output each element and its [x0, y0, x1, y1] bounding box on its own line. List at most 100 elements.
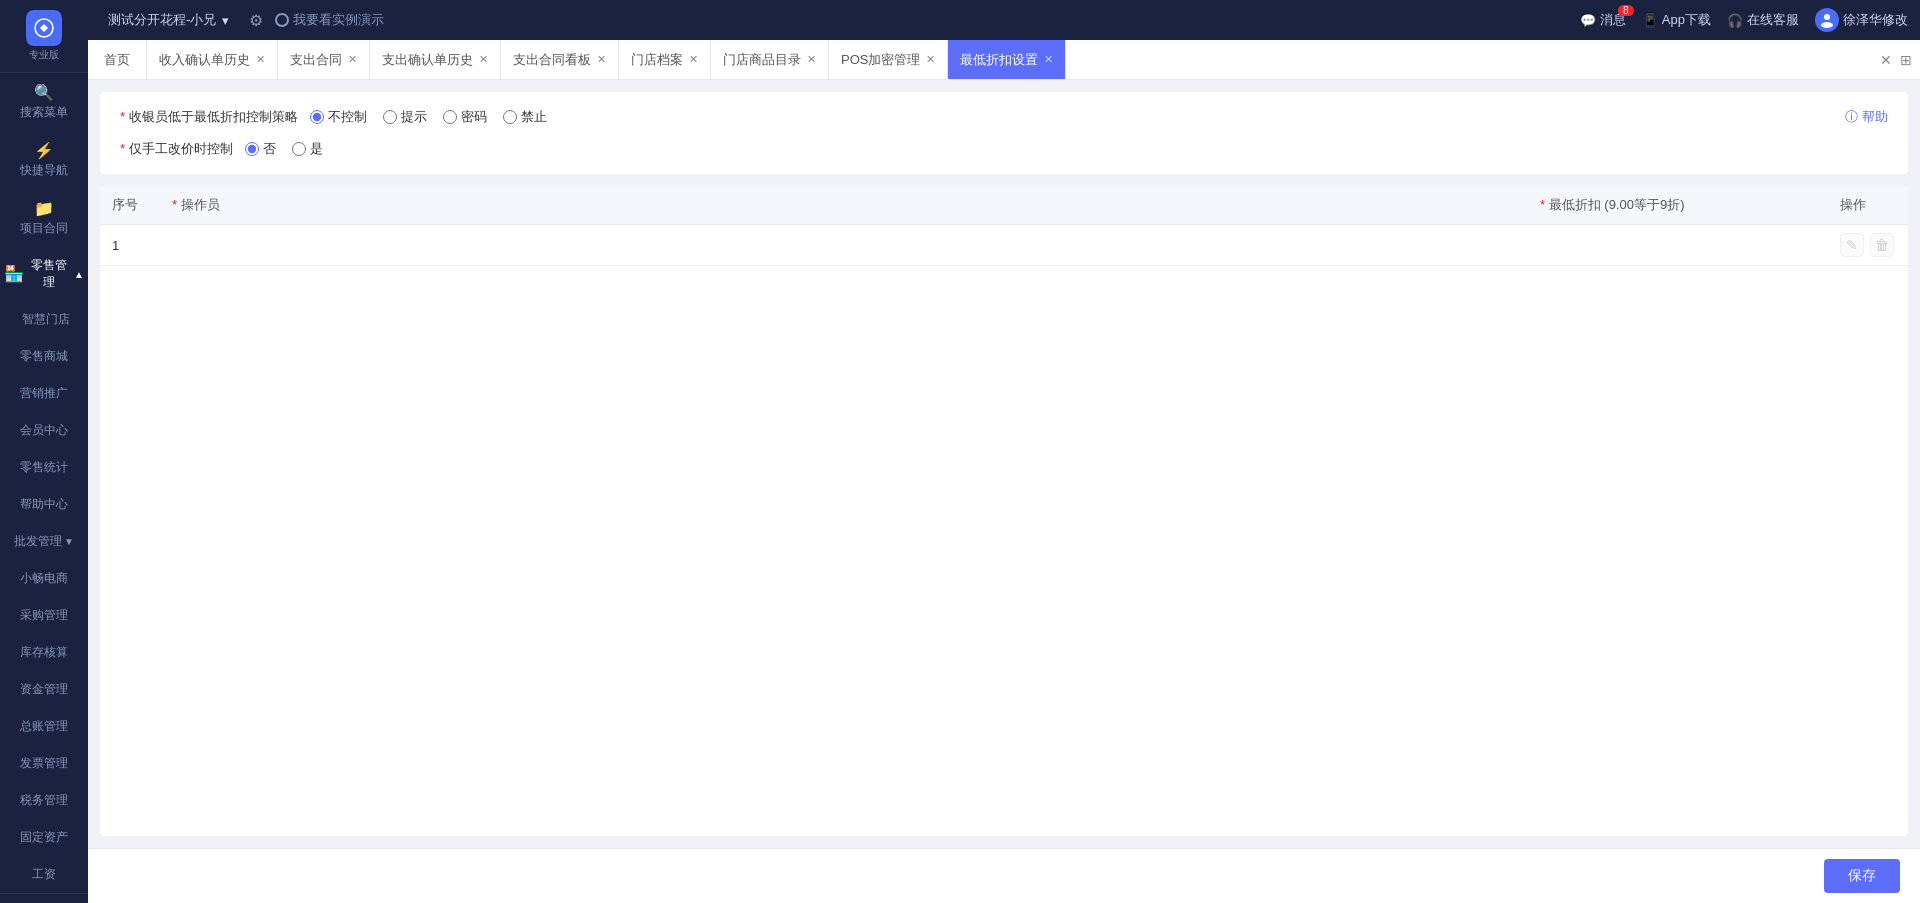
- radio-manual-no-label: 否: [263, 140, 276, 158]
- avatar: [1815, 8, 1839, 32]
- save-button[interactable]: 保存: [1824, 859, 1900, 893]
- manual-price-radio-group: 否 是: [245, 140, 323, 158]
- sidebar-item-capital[interactable]: 资金管理: [0, 671, 88, 708]
- sidebar-item-tax[interactable]: 税务管理: [0, 782, 88, 819]
- radio-tip[interactable]: 提示: [383, 108, 427, 126]
- radio-manual-yes-input[interactable]: [292, 142, 306, 156]
- radio-ban[interactable]: 禁止: [503, 108, 547, 126]
- radio-manual-no-input[interactable]: [245, 142, 259, 156]
- sidebar-item-inventory[interactable]: 库存核算: [0, 634, 88, 671]
- tab-store-file-close[interactable]: ✕: [689, 53, 698, 66]
- sidebar-item-ecommerce[interactable]: 小畅电商: [0, 560, 88, 597]
- sidebar-item-search[interactable]: 🔍 搜索菜单: [0, 73, 88, 131]
- tab-expense-contract-board-close[interactable]: ✕: [597, 53, 606, 66]
- topbar-demo-label: 我要看实例演示: [293, 11, 384, 29]
- radio-none[interactable]: 不控制: [310, 108, 367, 126]
- sidebar-item-member[interactable]: 会员中心: [0, 412, 88, 449]
- sidebar-item-help-center[interactable]: 帮助中心: [0, 486, 88, 523]
- sidebar-item-retail-stats[interactable]: 零售统计: [0, 449, 88, 486]
- control-policy-row: 收银员低于最低折扣控制策略 不控制 提示 密码: [120, 108, 1888, 126]
- sidebar-item-fixed-assets[interactable]: 固定资产: [0, 819, 88, 856]
- tabbar: 首页 收入确认单历史 ✕ 支出合同 ✕ 支出确认单历史 ✕ 支出合同看板 ✕ 门…: [88, 40, 1920, 80]
- tab-close-all-icon[interactable]: ✕: [1880, 52, 1892, 68]
- delete-button[interactable]: 🗑: [1870, 233, 1894, 257]
- control-policy-radio-group: 不控制 提示 密码 禁止: [310, 108, 547, 126]
- sidebar-item-purchase[interactable]: 采购管理: [0, 597, 88, 634]
- tab-pos-encrypt[interactable]: POS加密管理 ✕: [829, 40, 948, 79]
- control-policy-label: 收银员低于最低折扣控制策略: [120, 108, 298, 126]
- tab-purchase-contract[interactable]: 支出合同 ✕: [278, 40, 370, 79]
- sidebar-item-project[interactable]: 📁 项目合同: [0, 189, 88, 247]
- main-area: 测试分开花程-小兄 ▾ ⚙ 我要看实例演示 💬 消息 8 📱 App下载 🎧 在…: [88, 0, 1920, 903]
- tab-income-history-close[interactable]: ✕: [256, 53, 265, 66]
- manual-price-label: 仅手工改价时控制: [120, 140, 233, 158]
- cell-operator: [160, 225, 1528, 266]
- topbar-user[interactable]: 徐泽华修改: [1815, 8, 1908, 32]
- help-button[interactable]: ⓘ 帮助: [1845, 108, 1888, 126]
- sidebar-item-project-label: 项目合同: [20, 220, 68, 237]
- sidebar-item-ledger-label: 总账管理: [20, 718, 68, 735]
- svg-point-1: [1824, 14, 1830, 20]
- tab-pos-encrypt-label: POS加密管理: [841, 51, 920, 69]
- project-dropdown-icon: ▾: [222, 13, 229, 28]
- tab-min-discount-close[interactable]: ✕: [1044, 53, 1053, 66]
- sidebar-item-quick-nav[interactable]: ⚡ 快捷导航: [0, 131, 88, 189]
- edit-button[interactable]: ✎: [1840, 233, 1864, 257]
- topbar-message[interactable]: 💬 消息 8: [1580, 11, 1626, 29]
- tab-store-product-catalog-close[interactable]: ✕: [807, 53, 816, 66]
- topbar-app-download[interactable]: 📱 App下载: [1642, 11, 1711, 29]
- tab-income-history[interactable]: 收入确认单历史 ✕: [147, 40, 278, 79]
- tab-expand-icon[interactable]: ⊞: [1900, 52, 1912, 68]
- topbar-demo[interactable]: 我要看实例演示: [275, 11, 384, 29]
- radio-ban-label: 禁止: [521, 108, 547, 126]
- search-icon: 🔍: [34, 83, 54, 102]
- sidebar-item-ecommerce-label: 小畅电商: [20, 570, 68, 587]
- radio-ban-input[interactable]: [503, 110, 517, 124]
- sidebar-item-retail[interactable]: 🏪 零售管理 ▲: [0, 247, 88, 301]
- radio-none-input[interactable]: [310, 110, 324, 124]
- tab-expense-contract-board[interactable]: 支出合同看板 ✕: [501, 40, 619, 79]
- retail-icon: 🏪: [4, 264, 24, 283]
- topbar-project-label: 测试分开花程-小兄: [108, 11, 216, 29]
- help-label: 帮助: [1862, 108, 1888, 126]
- sidebar-logo: 专业版: [0, 0, 88, 73]
- radio-password-input[interactable]: [443, 110, 457, 124]
- tab-min-discount[interactable]: 最低折扣设置 ✕: [948, 40, 1066, 79]
- radio-password[interactable]: 密码: [443, 108, 487, 126]
- topbar-settings-icon[interactable]: ⚙: [249, 11, 263, 30]
- content-area: 收银员低于最低折扣控制策略 不控制 提示 密码: [88, 80, 1920, 848]
- sidebar-item-marketing[interactable]: 营销推广: [0, 375, 88, 412]
- sidebar-item-fixed-assets-label: 固定资产: [20, 829, 68, 846]
- wholesale-arrow-icon: ▼: [64, 536, 74, 547]
- radio-tip-input[interactable]: [383, 110, 397, 124]
- sidebar-item-retail-mall[interactable]: 零售商城: [0, 338, 88, 375]
- sidebar-item-salary-label: 工资: [32, 866, 56, 883]
- col-header-action: 操作: [1828, 186, 1908, 225]
- tab-store-file[interactable]: 门店档案 ✕: [619, 40, 711, 79]
- tab-pos-encrypt-close[interactable]: ✕: [926, 53, 935, 66]
- sidebar-item-smart-store[interactable]: 智慧门店: [0, 301, 88, 338]
- topbar-online-service[interactable]: 🎧 在线客服: [1727, 11, 1799, 29]
- manual-price-row: 仅手工改价时控制 否 是: [120, 140, 1888, 158]
- sidebar-item-search-label: 搜索菜单: [20, 104, 68, 121]
- sidebar-item-invoice[interactable]: 发票管理: [0, 745, 88, 782]
- radio-manual-yes[interactable]: 是: [292, 140, 323, 158]
- sidebar-item-ledger[interactable]: 总账管理: [0, 708, 88, 745]
- sidebar-settings[interactable]: ⚙: [0, 893, 88, 903]
- tab-purchase-contract-close[interactable]: ✕: [348, 53, 357, 66]
- tab-store-product-catalog[interactable]: 门店商品目录 ✕: [711, 40, 829, 79]
- topbar: 测试分开花程-小兄 ▾ ⚙ 我要看实例演示 💬 消息 8 📱 App下载 🎧 在…: [88, 0, 1920, 40]
- tab-expense-confirm-history[interactable]: 支出确认单历史 ✕: [370, 40, 501, 79]
- tab-expense-confirm-history-close[interactable]: ✕: [479, 53, 488, 66]
- col-header-seq: 序号: [100, 186, 160, 225]
- topbar-user-name: 徐泽华修改: [1843, 11, 1908, 29]
- sidebar-item-salary[interactable]: 工资: [0, 856, 88, 893]
- discount-table: 序号 * 操作员 * 最低折扣 (9.00等于9折) 操作: [100, 186, 1908, 266]
- sidebar-item-capital-label: 资金管理: [20, 681, 68, 698]
- tab-home[interactable]: 首页: [88, 40, 147, 79]
- topbar-project-selector[interactable]: 测试分开花程-小兄 ▾: [100, 7, 237, 33]
- sidebar-item-wholesale[interactable]: 批发管理 ▼: [0, 523, 88, 560]
- radio-manual-no[interactable]: 否: [245, 140, 276, 158]
- sidebar-item-help-center-label: 帮助中心: [20, 496, 68, 513]
- edit-icon: ✎: [1846, 237, 1858, 253]
